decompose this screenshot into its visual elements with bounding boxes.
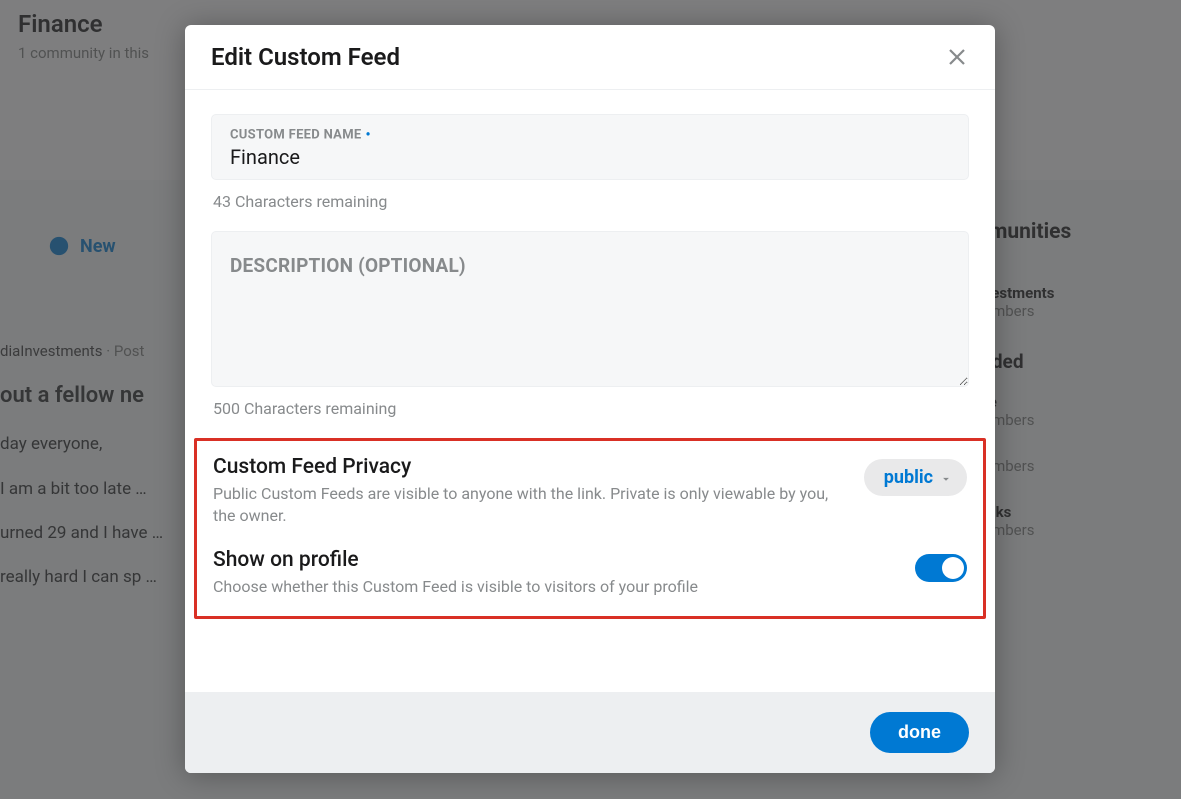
modal-title: Edit Custom Feed xyxy=(211,43,400,71)
close-icon[interactable] xyxy=(945,45,969,69)
custom-feed-name-field[interactable]: CUSTOM FEED NAME• xyxy=(211,114,969,180)
show-on-profile-title: Show on profile xyxy=(213,548,895,572)
done-button[interactable]: done xyxy=(870,712,969,753)
description-field[interactable]: DESCRIPTION (OPTIONAL) xyxy=(211,231,969,387)
chevron-down-icon xyxy=(939,471,953,485)
privacy-title: Custom Feed Privacy xyxy=(213,455,844,479)
show-on-profile-toggle[interactable] xyxy=(915,554,967,582)
privacy-value: public xyxy=(884,467,933,488)
privacy-desc: Public Custom Feeds are visible to anyon… xyxy=(213,483,844,526)
description-input[interactable] xyxy=(212,232,968,386)
show-on-profile-desc: Choose whether this Custom Feed is visib… xyxy=(213,576,895,598)
name-char-remaining: 43 Characters remaining xyxy=(213,192,969,211)
edit-custom-feed-modal: Edit Custom Feed CUSTOM FEED NAME• 43 Ch… xyxy=(185,25,995,773)
custom-feed-name-label: CUSTOM FEED NAME• xyxy=(230,127,950,143)
desc-char-remaining: 500 Characters remaining xyxy=(213,399,969,418)
modal-footer: done xyxy=(185,692,995,773)
custom-feed-name-input[interactable] xyxy=(230,143,950,169)
privacy-dropdown[interactable]: public xyxy=(864,459,967,496)
privacy-settings-highlight: Custom Feed Privacy Public Custom Feeds … xyxy=(194,438,986,619)
